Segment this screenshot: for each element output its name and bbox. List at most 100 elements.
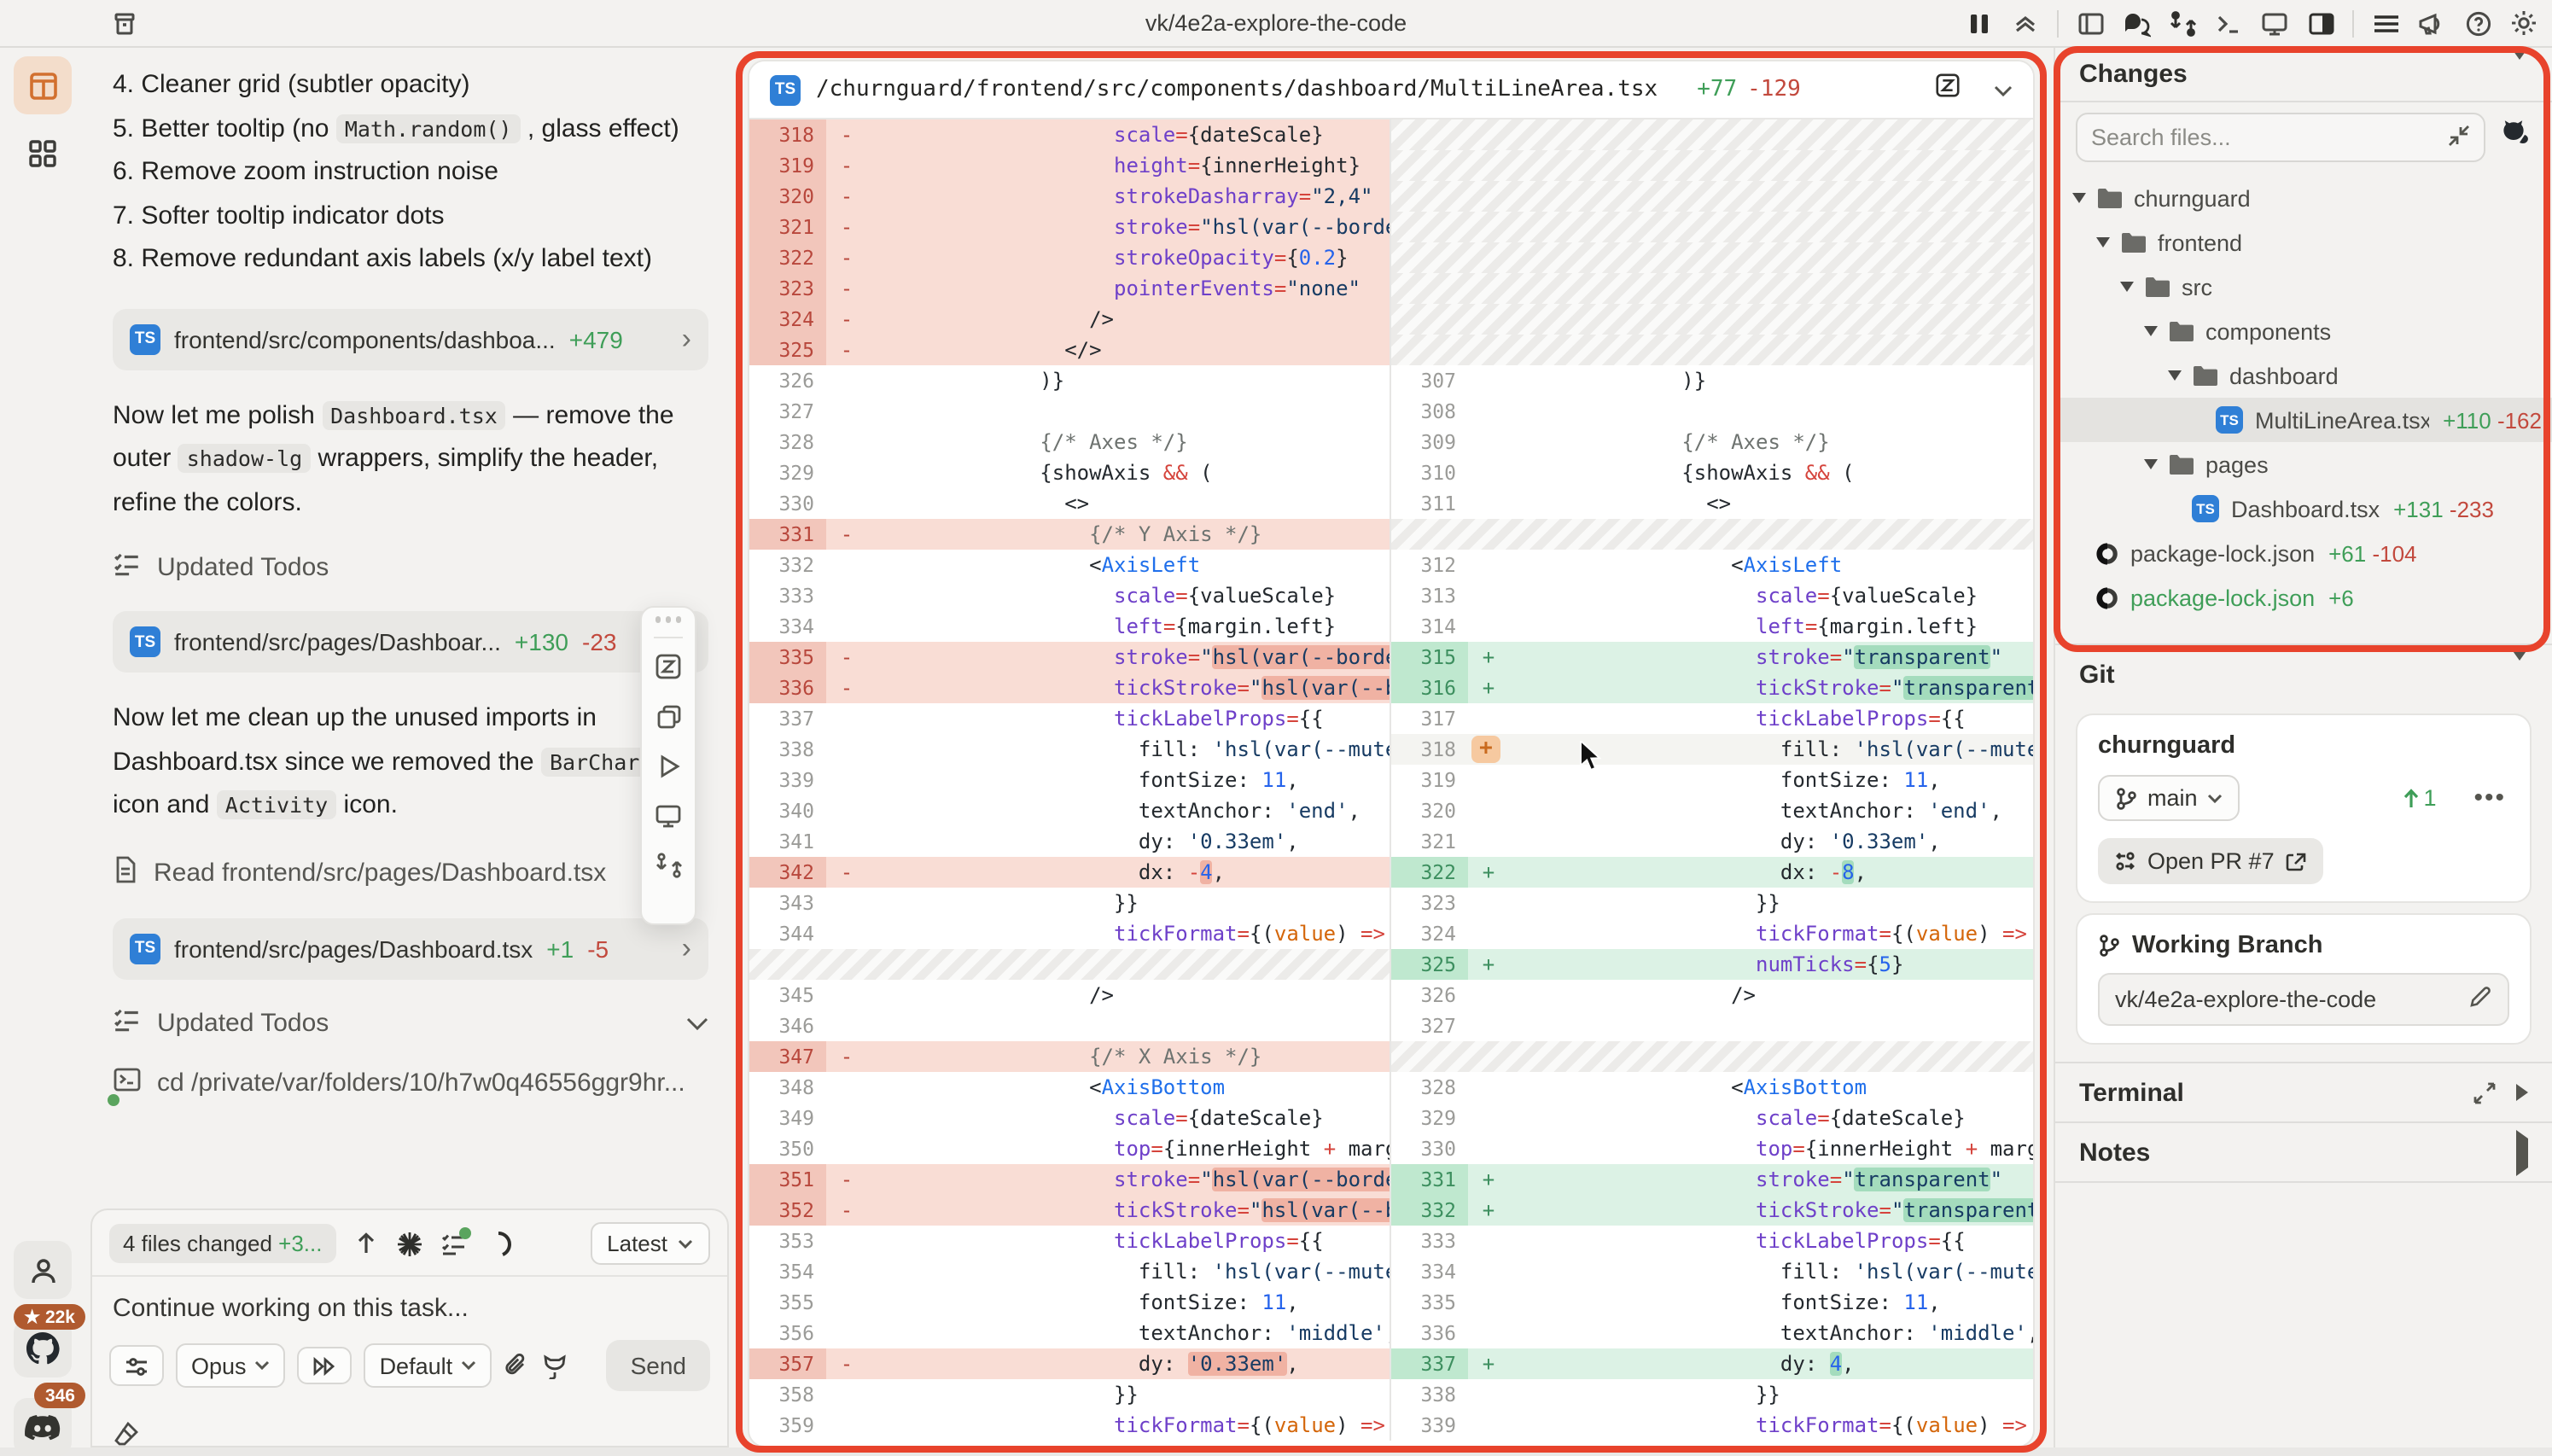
latest-dropdown[interactable]: Latest (590, 1222, 710, 1265)
code-line: strokeOpacity={0.2} (867, 242, 1390, 273)
settings-gear-icon[interactable] (2509, 9, 2538, 38)
edit-pencil-icon[interactable] (2468, 985, 2492, 1014)
diff-file-path[interactable]: /churnguard/frontend/src/components/dash… (816, 77, 1658, 102)
monitor-icon[interactable] (654, 801, 683, 837)
file-diff-stats: +61 -104 (2328, 540, 2416, 566)
changes-section-header[interactable]: Changes (2055, 46, 2552, 101)
file-tree-item[interactable]: dashboard (2055, 353, 2552, 398)
file-diff-stats: +131 -233 (2393, 496, 2494, 521)
tree-caret-icon[interactable] (2096, 237, 2110, 248)
grid-view-tab[interactable] (14, 125, 72, 183)
tree-caret-icon[interactable] (2144, 326, 2158, 336)
diff-mode-icon[interactable] (1934, 72, 1961, 108)
pause-icon[interactable] (1965, 9, 1994, 38)
files-changed-chip[interactable]: 4 files changed +3... (109, 1224, 336, 1263)
code-line: }} (867, 1379, 1390, 1410)
code-line: scale={valueScale} (867, 580, 1390, 611)
line-number: 322 (749, 242, 826, 273)
settings-sliders-button[interactable] (109, 1345, 164, 1386)
git-compare-icon[interactable] (2168, 9, 2197, 38)
file-tree-item[interactable]: pages (2055, 442, 2552, 486)
eraser-icon[interactable] (113, 1420, 140, 1447)
play-icon[interactable] (655, 752, 682, 788)
tree-caret-icon[interactable] (2072, 193, 2086, 203)
open-pr-button[interactable]: Open PR #7 (2098, 838, 2324, 884)
code-line: stroke="hsl(var(--border)) (867, 1164, 1390, 1195)
tool-call-todos[interactable]: Updated Todos (113, 551, 708, 584)
diff-cell-old: 353 tickLabelProps={{ (749, 1226, 1390, 1256)
diff-body[interactable]: 318- scale={dateScale}319- height={inner… (749, 119, 2033, 1446)
fast-forward-button[interactable] (298, 1347, 353, 1384)
terminal-icon[interactable] (2214, 9, 2243, 38)
attach-paperclip-icon[interactable] (504, 1352, 529, 1379)
workspace-tab-active[interactable] (14, 56, 72, 114)
line-number: 332 (1391, 1195, 1468, 1226)
notes-section-header[interactable]: Notes (2055, 1123, 2552, 1181)
todo-list-icon[interactable] (440, 1232, 468, 1255)
search-input[interactable]: Search files... (2076, 113, 2485, 162)
cat-watch-icon[interactable] (2499, 119, 2532, 156)
file-change-chip[interactable]: TSfrontend/src/pages/Dashboar...+130-23 (113, 611, 708, 673)
tool-call-read[interactable]: Read frontend/src/pages/Dashboard.tsx (113, 854, 708, 890)
collapse-up-icon[interactable] (2011, 9, 2040, 38)
github-button[interactable]: ★ 22k (14, 1319, 72, 1377)
file-tree-item[interactable]: churnguard (2055, 176, 2552, 220)
starburst-icon[interactable] (396, 1230, 423, 1257)
file-tree-item[interactable]: components (2055, 309, 2552, 353)
file-tree-item[interactable]: src (2055, 265, 2552, 309)
file-change-chip[interactable]: TSfrontend/src/pages/Dashboard.tsx+1-5› (113, 917, 708, 979)
cat-icon[interactable] (541, 1353, 568, 1378)
diff-row: 333 scale={valueScale}313 scale={valueSc… (749, 580, 2033, 611)
file-tree-item[interactable]: TSDashboard.tsx+131 -233 (2055, 486, 2552, 531)
change-marker (1468, 1318, 1509, 1348)
expand-icon (2473, 1081, 2496, 1104)
code-line: tickFormat={(value) => f (1509, 918, 2033, 949)
file-tree-item[interactable]: frontend (2055, 220, 2552, 265)
message-input[interactable]: Continue working on this task... (92, 1277, 727, 1333)
file-tree-item[interactable]: TSMultiLineArea.tsx+110 -162 (2055, 398, 2552, 442)
tool-call-todos[interactable]: Updated Todos (113, 1006, 708, 1039)
terminal-section-header[interactable]: Terminal (2055, 1063, 2552, 1121)
monitor-icon[interactable] (2260, 9, 2289, 38)
git-section-header[interactable]: Git (2055, 645, 2552, 703)
tree-caret-icon[interactable] (2168, 370, 2182, 381)
help-icon[interactable] (2463, 9, 2492, 38)
scroll-up-icon[interactable] (353, 1231, 379, 1256)
file-change-chip[interactable]: TSfrontend/src/components/dashboa...+479… (113, 308, 708, 370)
model-dropdown[interactable]: Opus (176, 1343, 286, 1388)
diff-view-icon[interactable] (654, 651, 683, 689)
line-number: 319 (749, 150, 826, 181)
git-compare-icon[interactable] (655, 851, 682, 887)
tool-call-terminal[interactable]: cd /private/var/folders/10/h7w0q46556ggr… (113, 1066, 708, 1100)
account-button[interactable] (14, 1241, 72, 1299)
more-options-button[interactable]: ••• (2473, 783, 2506, 812)
archive-box-icon[interactable] (109, 9, 138, 38)
file-tree-item[interactable]: package-lock.json+61 -104 (2055, 531, 2552, 575)
chat-bubbles-icon[interactable] (2122, 9, 2151, 38)
working-branch-input[interactable]: vk/4e2a-explore-the-code (2098, 973, 2509, 1026)
megaphone-icon[interactable] (2417, 9, 2446, 38)
tree-caret-icon[interactable] (2144, 459, 2158, 469)
diff-row: 344 tickFormat={(value) => f324 tickForm… (749, 918, 2033, 949)
diff-row: 326 )}307 )} (749, 365, 2033, 396)
terminal-icon (113, 1066, 142, 1100)
file-name: pages (2205, 451, 2269, 477)
copy-icon[interactable] (655, 702, 682, 738)
diff-row: 329 {showAxis && (310 {showAxis && ( (749, 457, 2033, 488)
panel-left-icon[interactable] (2076, 9, 2105, 38)
line-number: 338 (1391, 1379, 1468, 1410)
add-comment-button[interactable]: + (1471, 736, 1500, 763)
collapse-tree-icon[interactable] (2448, 124, 2470, 151)
collapse-file-chevron[interactable] (1994, 74, 2013, 105)
drag-handle[interactable] (655, 616, 682, 622)
menu-icon[interactable] (2371, 9, 2400, 38)
send-button[interactable]: Send (607, 1340, 710, 1391)
mode-dropdown[interactable]: Default (364, 1343, 492, 1388)
diff-cell-old: 333 scale={valueScale} (749, 580, 1390, 611)
chat-transcript[interactable]: 4. Cleaner grid (subtler opacity)5. Bett… (85, 46, 736, 1212)
added-count: +130 (515, 628, 568, 655)
tree-caret-icon[interactable] (2120, 282, 2134, 292)
branch-dropdown[interactable]: main (2098, 775, 2240, 821)
panel-right-icon[interactable] (2306, 9, 2335, 38)
file-tree-item[interactable]: package-lock.json+6 (2055, 575, 2552, 620)
